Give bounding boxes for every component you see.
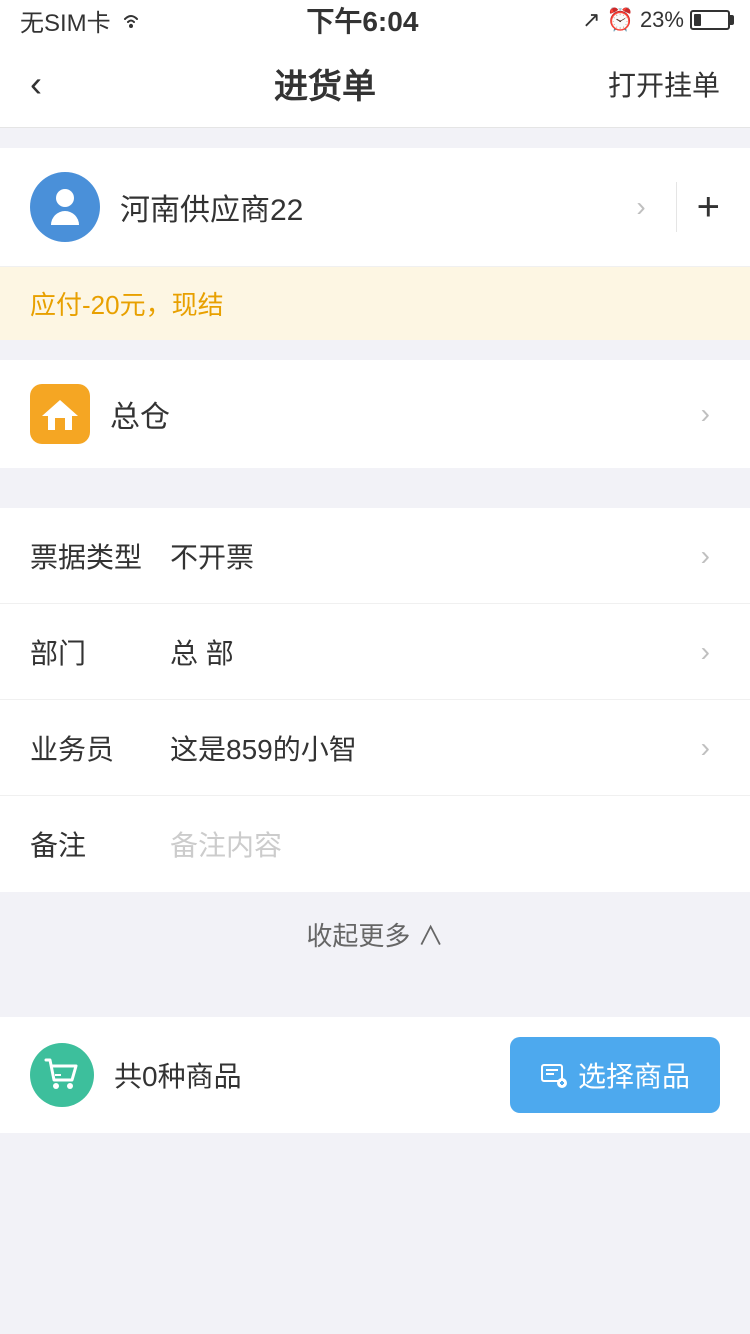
select-product-button[interactable]: 选择商品 (510, 1037, 720, 1113)
alarm-icon: ⏰ (607, 7, 634, 33)
form-section: 票据类型 不开票 › 部门 总 部 › 业务员 这是859的小智 › 备注 备注… (0, 508, 750, 892)
add-button[interactable]: + (697, 187, 720, 227)
department-row[interactable]: 部门 总 部 › (0, 604, 750, 700)
salesman-chevron-icon: › (701, 732, 710, 764)
avatar-person-icon (45, 187, 85, 227)
supplier-name: 河南供应商22 (120, 185, 636, 229)
collapse-button[interactable]: 收起更多 ∧ (0, 892, 750, 977)
wifi-icon (119, 11, 143, 29)
select-product-label: 选择商品 (578, 1055, 690, 1095)
product-count-text: 共0种商品 (114, 1055, 510, 1095)
warehouse-section[interactable]: 总仓 › (0, 360, 750, 468)
department-value: 总 部 (170, 632, 701, 672)
salesman-value: 这是859的小智 (170, 728, 701, 768)
invoice-type-value: 不开票 (170, 536, 701, 576)
cart-icon (44, 1058, 80, 1092)
salesman-row[interactable]: 业务员 这是859的小智 › (0, 700, 750, 796)
supplier-avatar (30, 172, 100, 242)
select-product-icon (540, 1061, 568, 1089)
bottom-bar: 共0种商品 选择商品 (0, 1017, 750, 1133)
supplier-chevron-icon: › (636, 191, 645, 223)
status-time: 下午6:04 (306, 0, 418, 40)
back-button[interactable]: ‹ (30, 66, 42, 102)
section-gap-3 (0, 468, 750, 488)
vertical-divider (676, 182, 677, 232)
notice-text: 应付-20元，现结 (30, 290, 224, 320)
section-gap-1 (0, 128, 750, 148)
warehouse-icon (30, 384, 90, 444)
product-icon-wrap (30, 1043, 94, 1107)
supplier-row[interactable]: 河南供应商22 › + (0, 148, 750, 267)
battery-text: 23% (640, 7, 684, 33)
status-left: 无SIM卡 (20, 3, 143, 38)
house-icon (42, 398, 78, 430)
warehouse-row[interactable]: 总仓 › (0, 360, 750, 468)
section-gap-2 (0, 340, 750, 360)
location-icon: ↗ (582, 7, 600, 33)
page-title: 进货单 (274, 59, 376, 108)
invoice-type-label: 票据类型 (30, 536, 170, 576)
warehouse-name: 总仓 (110, 392, 701, 436)
salesman-label: 业务员 (30, 728, 170, 768)
remark-input[interactable]: 备注内容 (170, 824, 720, 864)
invoice-type-chevron-icon: › (701, 540, 710, 572)
carrier-text: 无SIM卡 (20, 3, 111, 38)
nav-bar: ‹ 进货单 打开挂单 (0, 40, 750, 128)
section-gap-4 (0, 977, 750, 997)
status-bar: 无SIM卡 下午6:04 ↗ ⏰ 23% (0, 0, 750, 40)
status-right: ↗ ⏰ 23% (582, 7, 730, 33)
open-pending-button[interactable]: 打开挂单 (608, 64, 720, 104)
remark-label: 备注 (30, 824, 170, 864)
department-label: 部门 (30, 632, 170, 672)
battery-icon (690, 10, 730, 30)
supplier-section: 河南供应商22 › + 应付-20元，现结 (0, 148, 750, 340)
warehouse-chevron-icon: › (701, 398, 710, 430)
remark-row[interactable]: 备注 备注内容 (0, 796, 750, 892)
invoice-type-row[interactable]: 票据类型 不开票 › (0, 508, 750, 604)
notice-bar: 应付-20元，现结 (0, 267, 750, 340)
department-chevron-icon: › (701, 636, 710, 668)
